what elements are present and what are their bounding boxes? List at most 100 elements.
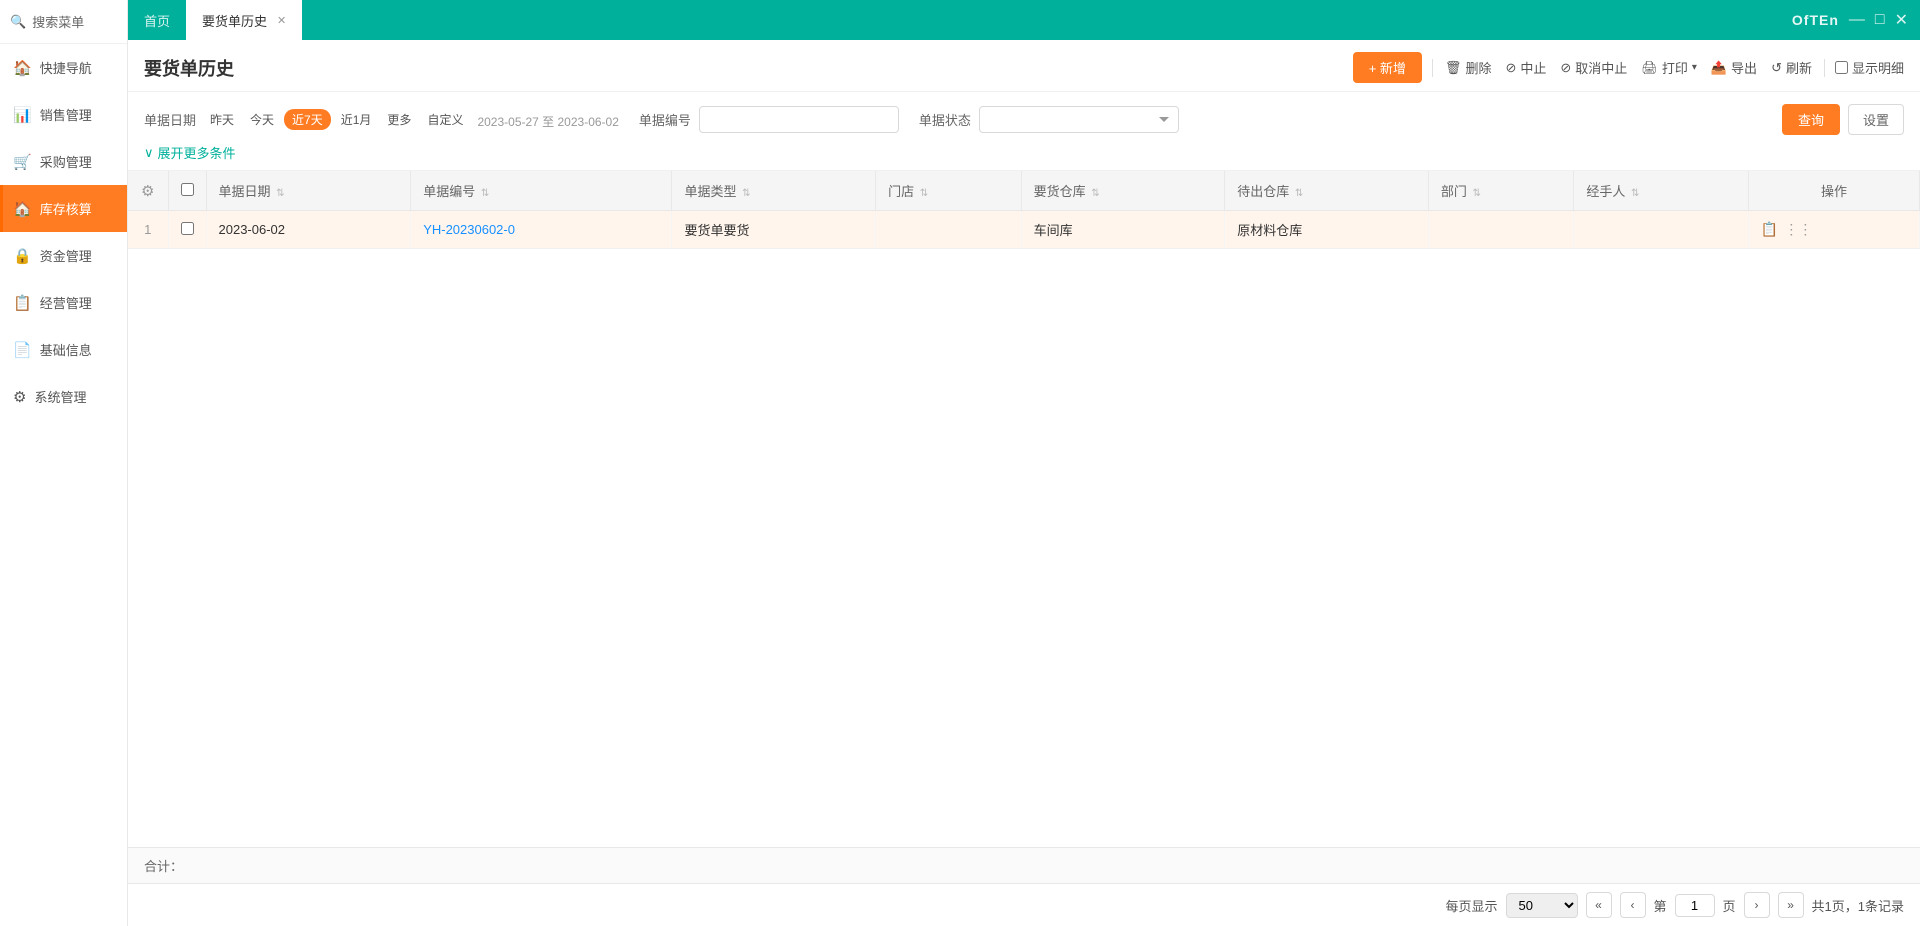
sidebar-item-purchase[interactable]: 🛒 采购管理 xyxy=(0,138,127,185)
sidebar-item-quick-nav[interactable]: 🏠 快捷导航 xyxy=(0,44,127,91)
settings-button[interactable]: 设置 xyxy=(1848,104,1904,135)
add-button[interactable]: + 新增 xyxy=(1353,52,1422,83)
th-department[interactable]: 部门 ⇅ xyxy=(1428,171,1573,211)
print-label: 打印 xyxy=(1662,58,1688,77)
row-edit-icon[interactable]: ⋮⋮ xyxy=(1784,221,1812,238)
sidebar-item-label: 资金管理 xyxy=(40,246,92,265)
date-last-month-btn[interactable]: 近1月 xyxy=(335,109,378,130)
export-button[interactable]: 📤 导出 xyxy=(1709,54,1759,81)
th-req-warehouse[interactable]: 要货仓库 ⇅ xyxy=(1021,171,1225,211)
row-view-icon[interactable]: 📋 xyxy=(1761,221,1778,238)
select-all-checkbox[interactable] xyxy=(181,183,194,196)
status-select[interactable] xyxy=(979,106,1179,133)
tab-home[interactable]: 首页 xyxy=(128,0,186,40)
th-handler[interactable]: 经手人 ⇅ xyxy=(1574,171,1749,211)
row-actions: 📋 ⋮⋮ xyxy=(1748,211,1919,249)
date-yesterday-btn[interactable]: 昨天 xyxy=(204,109,240,130)
date-last7days-btn[interactable]: 近7天 xyxy=(284,109,331,130)
th-pending-warehouse-label: 待出仓库 xyxy=(1237,184,1289,199)
row-req-warehouse: 车间库 xyxy=(1021,211,1225,249)
row-index: 1 xyxy=(128,211,168,249)
tab-close-icon[interactable]: ✕ xyxy=(277,14,286,27)
th-req-warehouse-label: 要货仓库 xyxy=(1034,184,1086,199)
print-button[interactable]: 🖨 打印 ▾ xyxy=(1639,54,1699,81)
first-page-icon: « xyxy=(1595,898,1602,912)
row-number: YH-20230602-0 xyxy=(411,211,672,249)
date-filter-options: 昨天 今天 近7天 近1月 更多 自定义 xyxy=(204,109,469,130)
filter-area: 单据日期 昨天 今天 近7天 近1月 更多 自定义 2023-05-27 至 2… xyxy=(128,92,1920,171)
first-page-btn[interactable]: « xyxy=(1586,892,1612,918)
page-size-select[interactable]: 50 10 20 100 xyxy=(1506,893,1578,918)
export-label: 导出 xyxy=(1731,58,1757,77)
column-settings-icon[interactable]: ⚙ xyxy=(141,183,154,200)
content-area: 要货单历史 + 新增 🗑 删除 ⊘ 中止 ⊘ 取消中止 🖨 打 xyxy=(128,40,1920,926)
next-page-btn[interactable]: › xyxy=(1744,892,1770,918)
tab-requisition-label: 要货单历史 xyxy=(202,11,267,30)
window-close-icon[interactable]: ✕ xyxy=(1895,10,1908,30)
date-today-btn[interactable]: 今天 xyxy=(244,109,280,130)
total-info: 共1页，1条记录 xyxy=(1812,896,1904,915)
date-filter-label: 单据日期 xyxy=(144,110,196,129)
filter-row-1: 单据日期 昨天 今天 近7天 近1月 更多 自定义 2023-05-27 至 2… xyxy=(144,104,1904,135)
th-settings: ⚙ xyxy=(128,171,168,211)
print-icon: 🖨 xyxy=(1641,60,1658,76)
sidebar-item-label: 采购管理 xyxy=(40,152,92,171)
home-icon: 🏠 xyxy=(13,59,32,77)
display-detail-label: 显示明细 xyxy=(1852,58,1904,77)
stop-icon: ⊘ xyxy=(1505,60,1516,76)
doc-number-input[interactable] xyxy=(699,106,899,133)
sidebar-search[interactable]: 🔍 搜索菜单 xyxy=(0,0,127,44)
prev-page-btn[interactable]: ‹ xyxy=(1620,892,1646,918)
row-number-link[interactable]: YH-20230602-0 xyxy=(423,222,515,237)
sidebar-item-system[interactable]: ⚙ 系统管理 xyxy=(0,373,127,420)
th-date[interactable]: 单据日期 ⇅ xyxy=(206,171,411,211)
display-detail-toggle[interactable]: 显示明细 xyxy=(1835,58,1904,77)
sort-date-icon: ⇅ xyxy=(276,188,284,199)
topbar: 首页 要货单历史 ✕ OfTEn — □ ✕ xyxy=(128,0,1920,40)
summary-label: 合计： xyxy=(144,856,183,875)
sidebar-item-label: 快捷导航 xyxy=(40,58,92,77)
sidebar-item-operations[interactable]: 📋 经营管理 xyxy=(0,279,127,326)
tab-requisition-history[interactable]: 要货单历史 ✕ xyxy=(186,0,302,40)
row-checkbox[interactable] xyxy=(181,222,194,235)
window-minimize-icon[interactable]: — xyxy=(1849,11,1865,29)
toolbar: + 新增 🗑 删除 ⊘ 中止 ⊘ 取消中止 🖨 打印 ▾ xyxy=(1353,52,1904,83)
sidebar-item-sales[interactable]: 📊 销售管理 xyxy=(0,91,127,138)
toolbar-divider-2 xyxy=(1824,59,1825,77)
refresh-button[interactable]: ↺ 刷新 xyxy=(1769,54,1814,81)
th-number[interactable]: 单据编号 ⇅ xyxy=(411,171,672,211)
system-icon: ⚙ xyxy=(13,388,26,406)
operations-icon: 📋 xyxy=(13,294,32,312)
th-store[interactable]: 门店 ⇅ xyxy=(876,171,1021,211)
page-number-input[interactable] xyxy=(1675,894,1715,917)
stop-button[interactable]: ⊘ 中止 xyxy=(1503,54,1548,81)
th-type[interactable]: 单据类型 ⇅ xyxy=(672,171,876,211)
sort-number-icon: ⇅ xyxy=(481,188,489,199)
delete-button[interactable]: 🗑 删除 xyxy=(1443,54,1494,81)
sort-department-icon: ⇅ xyxy=(1473,188,1481,199)
sidebar-item-inventory[interactable]: 🏠 库存核算 xyxy=(0,185,127,232)
query-button[interactable]: 查询 xyxy=(1782,104,1840,135)
last-page-btn[interactable]: » xyxy=(1778,892,1804,918)
row-store xyxy=(876,211,1021,249)
page-size-label: 每页显示 xyxy=(1445,896,1497,915)
cancel-stop-button[interactable]: ⊘ 取消中止 xyxy=(1558,54,1629,81)
date-custom-btn[interactable]: 自定义 xyxy=(421,109,469,130)
date-more-btn[interactable]: 更多 xyxy=(381,109,417,130)
sidebar-item-basic-info[interactable]: 📄 基础信息 xyxy=(0,326,127,373)
sidebar-item-finance[interactable]: 🔒 资金管理 xyxy=(0,232,127,279)
display-detail-checkbox[interactable] xyxy=(1835,61,1848,74)
purchase-icon: 🛒 xyxy=(13,153,32,171)
inventory-icon: 🏠 xyxy=(13,200,32,218)
row-date: 2023-06-02 xyxy=(206,211,411,249)
sidebar: 🔍 搜索菜单 🏠 快捷导航 📊 销售管理 🛒 采购管理 🏠 库存核算 🔒 资金管… xyxy=(0,0,128,926)
th-store-label: 门店 xyxy=(888,184,914,199)
row-action-icons: 📋 ⋮⋮ xyxy=(1761,221,1907,238)
window-maximize-icon[interactable]: □ xyxy=(1875,11,1885,29)
table-footer: 合计： xyxy=(128,847,1920,883)
sort-req-warehouse-icon: ⇅ xyxy=(1091,188,1099,199)
table-row: 1 2023-06-02 YH-20230602-0 要货单要货 车间库 原材料… xyxy=(128,211,1920,249)
expand-more-btn[interactable]: ∨ 展开更多条件 xyxy=(144,143,1904,162)
th-pending-warehouse[interactable]: 待出仓库 ⇅ xyxy=(1225,171,1429,211)
doc-number-label: 单据编号 xyxy=(639,110,691,129)
